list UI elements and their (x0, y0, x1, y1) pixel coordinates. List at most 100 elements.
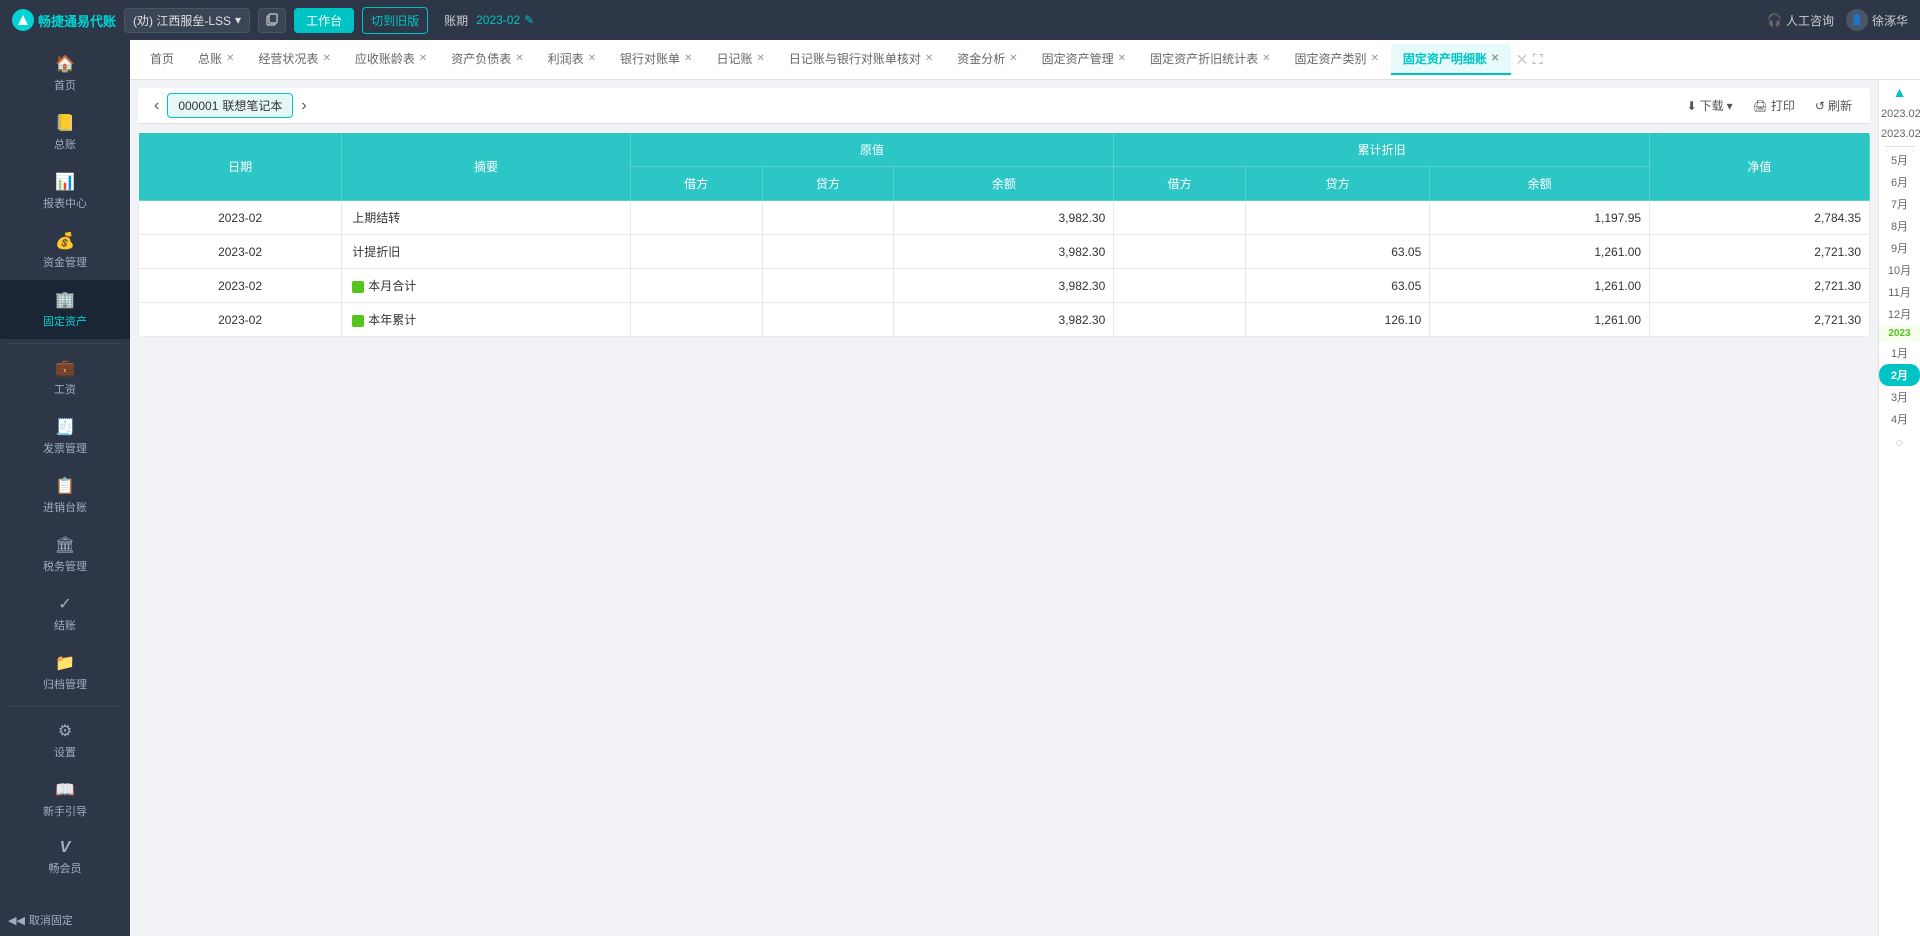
cell-orig-credit (762, 235, 894, 269)
right-month-5[interactable]: 5月 (1879, 149, 1920, 171)
cell-depr-credit (1246, 201, 1430, 235)
sidebar-item-guide[interactable]: 📖 新手引导 (0, 770, 130, 829)
right-month-3[interactable]: 3月 (1879, 386, 1920, 408)
cell-orig-credit (762, 201, 894, 235)
close-all-button[interactable]: ✕ (1515, 50, 1528, 70)
right-month-12[interactable]: 12月 (1879, 303, 1920, 325)
tab-close-journal[interactable]: ✕ (756, 53, 764, 64)
right-month-11[interactable]: 11月 (1879, 281, 1920, 303)
maximize-button[interactable]: ⛶ (1533, 51, 1543, 68)
sidebar-item-invoice[interactable]: 🧾 发票管理 (0, 407, 130, 466)
right-year-2023-top2[interactable]: 2023.02 (1879, 124, 1920, 144)
sidebar-item-sales[interactable]: 📋 进销台账 (0, 466, 130, 525)
print-button[interactable]: 🖨 打印 (1747, 94, 1801, 117)
right-month-1[interactable]: 1月 (1879, 342, 1920, 364)
tab-home[interactable]: 首页 (138, 44, 186, 75)
sidebar-item-label: 总账 (54, 136, 76, 152)
tab-close-balance[interactable]: ✕ (515, 53, 523, 64)
sidebar-item-settings[interactable]: ⚙ 设置 (0, 711, 130, 770)
cell-orig-credit (762, 269, 894, 303)
sidebar-item-report[interactable]: 📊 报表中心 (0, 162, 130, 221)
fixed-assets-icon: 🏢 (55, 290, 75, 310)
tab-receivable[interactable]: 应收账龄表 ✕ (343, 44, 439, 75)
th-accumulated-depr: 累计折旧 (1114, 133, 1650, 167)
user-menu[interactable]: 👤 徐涿华 (1846, 9, 1908, 31)
cell-date: 2023-02 (139, 235, 342, 269)
right-month-10[interactable]: 10月 (1879, 259, 1920, 281)
cell-net-value: 2,721.30 (1650, 269, 1870, 303)
tab-balance[interactable]: 资产负债表 ✕ (439, 44, 535, 75)
tab-close-fa-detail[interactable]: ✕ (1491, 53, 1499, 64)
right-scroll-down-button[interactable]: ○ (1891, 430, 1907, 454)
right-year-2023-top[interactable]: 2023.02 (1879, 104, 1920, 124)
right-month-7[interactable]: 7月 (1879, 193, 1920, 215)
invoice-icon: 🧾 (55, 417, 75, 437)
tab-fund[interactable]: 资金分析 ✕ (945, 44, 1029, 75)
cell-depr-debit (1114, 235, 1246, 269)
sidebar-item-home[interactable]: 🏠 首页 (0, 44, 130, 103)
table-row: 2023-02 本月合计 3,982.30 63.05 1,261.00 2,7… (139, 269, 1870, 303)
cell-summary: 本年累计 (342, 303, 631, 337)
tab-fa-manage[interactable]: 固定资产管理 ✕ (1030, 44, 1138, 75)
right-scroll-up-button[interactable]: ▲ (1889, 80, 1911, 104)
sidebar-item-archive[interactable]: 📁 归档管理 (0, 643, 130, 702)
sidebar-item-tax[interactable]: 🏛 税务管理 (0, 525, 130, 584)
tab-bank[interactable]: 银行对账单 ✕ (608, 44, 704, 75)
sidebar-item-member[interactable]: V 畅会员 (0, 829, 130, 886)
tab-close-fa-type[interactable]: ✕ (1371, 53, 1379, 64)
copy-button[interactable] (258, 8, 286, 33)
right-month-2-active[interactable]: 2月 (1879, 364, 1920, 386)
period-edit-icon[interactable]: ✎ (524, 13, 534, 27)
cell-orig-debit (630, 303, 762, 337)
tab-close-profit[interactable]: ✕ (588, 53, 596, 64)
table-row: 2023-02 上期结转 3,982.30 1,197.95 2,784.35 (139, 201, 1870, 235)
cell-date: 2023-02 (139, 303, 342, 337)
switch-version-button[interactable]: 切到旧版 (362, 7, 428, 34)
green-tag-icon (352, 315, 364, 327)
tab-close-receivable[interactable]: ✕ (419, 53, 427, 64)
tab-close-bizstatus[interactable]: ✕ (322, 53, 330, 64)
right-panel: ▲ 2023.02 2023.02 5月 6月 7月 8月 9月 10月 11月… (1878, 80, 1920, 936)
workbench-button[interactable]: 工作台 (294, 8, 354, 33)
asset-nav-prev[interactable]: ‹ (150, 97, 163, 115)
sidebar-item-close[interactable]: ✓ 结账 (0, 584, 130, 643)
right-month-8[interactable]: 8月 (1879, 215, 1920, 237)
company-name: (劝) 江西服垒-LSS (133, 12, 231, 29)
right-month-9[interactable]: 9月 (1879, 237, 1920, 259)
download-button[interactable]: ⬇ 下载 ▾ (1681, 94, 1739, 117)
tab-reconcile[interactable]: 日记账与银行对账单核对 ✕ (777, 44, 945, 75)
cell-depr-balance: 1,261.00 (1430, 235, 1650, 269)
tab-close-fund[interactable]: ✕ (1009, 53, 1017, 64)
asset-nav-next[interactable]: › (297, 97, 310, 115)
cell-depr-credit: 126.10 (1246, 303, 1430, 337)
tab-close-bank[interactable]: ✕ (684, 53, 692, 64)
th-summary: 摘要 (342, 133, 631, 201)
cell-orig-debit (630, 201, 762, 235)
tab-fa-depr[interactable]: 固定资产折旧统计表 ✕ (1138, 44, 1282, 75)
tab-ledger[interactable]: 总账 ✕ (186, 44, 246, 75)
tab-close-reconcile[interactable]: ✕ (925, 53, 933, 64)
tab-close-fa-depr[interactable]: ✕ (1262, 53, 1270, 64)
refresh-button[interactable]: ↺ 刷新 (1809, 94, 1858, 117)
sidebar-item-ledger[interactable]: 📒 总账 (0, 103, 130, 162)
right-month-6[interactable]: 6月 (1879, 171, 1920, 193)
tab-fa-detail[interactable]: 固定资产明细账 ✕ (1391, 44, 1511, 75)
archive-icon: 📁 (55, 653, 75, 673)
sidebar-item-fixed-assets[interactable]: 🏢 固定资产 (0, 280, 130, 339)
sidebar-item-payroll[interactable]: 💼 工资 (0, 348, 130, 407)
right-month-4[interactable]: 4月 (1879, 408, 1920, 430)
tab-journal[interactable]: 日记账 ✕ (704, 44, 776, 75)
asset-tag[interactable]: 000001 联想笔记本 (167, 93, 293, 118)
sidebar-divider-1 (8, 343, 122, 344)
tab-profit[interactable]: 利润表 ✕ (536, 44, 608, 75)
tab-fa-type[interactable]: 固定资产类别 ✕ (1282, 44, 1390, 75)
sidebar-item-finance[interactable]: 💰 资金管理 (0, 221, 130, 280)
tab-close-fa-manage[interactable]: ✕ (1118, 53, 1126, 64)
company-selector[interactable]: (劝) 江西服垒-LSS ▾ (124, 8, 250, 33)
consult-link[interactable]: 🎧 人工咨询 (1767, 12, 1834, 29)
tab-close-ledger[interactable]: ✕ (226, 53, 234, 64)
right-year-current[interactable]: 2023 (1879, 325, 1920, 342)
pin-button[interactable]: ◀◀ 取消固定 (0, 904, 130, 936)
green-tag-icon (352, 281, 364, 293)
tab-bizstatus[interactable]: 经营状况表 ✕ (246, 44, 342, 75)
